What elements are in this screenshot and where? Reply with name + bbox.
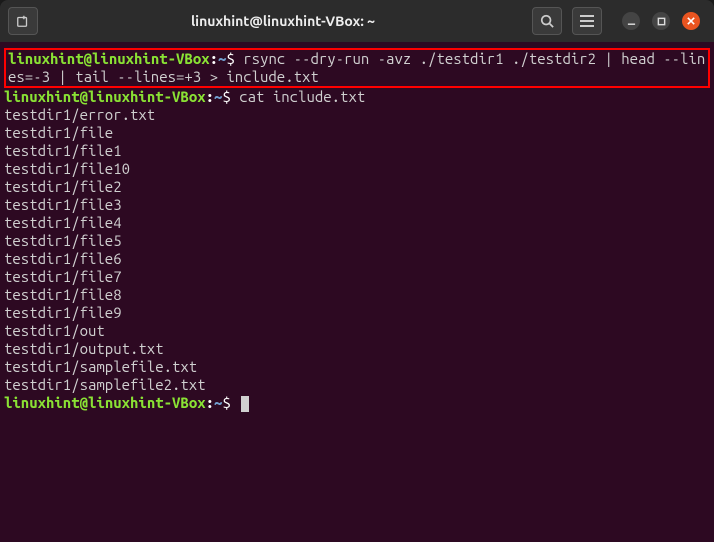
close-button[interactable] [682, 12, 700, 30]
menu-button[interactable] [572, 7, 602, 35]
cursor [241, 396, 249, 412]
prompt-dollar: $ [222, 88, 239, 105]
output-line: testdir1/file8 [4, 286, 710, 304]
output-line: testdir1/file1 [4, 142, 710, 160]
minimize-icon [627, 17, 636, 26]
prompt-colon: : [206, 394, 214, 411]
prompt-host: linuxhint-VBox [88, 394, 206, 411]
close-icon [687, 17, 695, 25]
titlebar: linuxhint@linuxhint-VBox: ~ [0, 0, 714, 42]
new-tab-button[interactable] [8, 7, 38, 35]
output-line: testdir1/out [4, 322, 710, 340]
terminal-body[interactable]: linuxhint@linuxhint-VBox:~$ rsync --dry-… [0, 42, 714, 542]
output-lines: testdir1/error.txttestdir1/filetestdir1/… [4, 106, 710, 394]
output-line: testdir1/file10 [4, 160, 710, 178]
hamburger-icon [580, 15, 594, 17]
output-line: testdir1/file [4, 124, 710, 142]
window-controls [622, 12, 700, 30]
maximize-button[interactable] [652, 12, 670, 30]
output-line: testdir1/output.txt [4, 340, 710, 358]
prompt-dollar: $ [222, 394, 239, 411]
output-line: testdir1/file3 [4, 196, 710, 214]
output-line: testdir1/error.txt [4, 106, 710, 124]
highlighted-command: linuxhint@linuxhint-VBox:~$ rsync --dry-… [4, 48, 710, 88]
search-icon [540, 14, 554, 28]
output-line: testdir1/samplefile.txt [4, 358, 710, 376]
new-tab-icon [16, 14, 30, 28]
prompt-dollar: $ [226, 50, 243, 67]
prompt-colon: : [206, 88, 214, 105]
prompt-user: linuxhint@ [8, 50, 92, 67]
window-title: linuxhint@linuxhint-VBox: ~ [44, 13, 522, 29]
command-2: cat include.txt [239, 88, 365, 105]
prompt-colon: : [210, 50, 218, 67]
output-line: testdir1/samplefile2.txt [4, 376, 710, 394]
prompt-host: linuxhint-VBox [92, 50, 210, 67]
prompt-host: linuxhint-VBox [88, 88, 206, 105]
prompt-user: linuxhint@ [4, 394, 88, 411]
output-line: testdir1/file2 [4, 178, 710, 196]
output-line: testdir1/file7 [4, 268, 710, 286]
output-line: testdir1/file5 [4, 232, 710, 250]
search-button[interactable] [532, 7, 562, 35]
maximize-icon [657, 17, 666, 26]
minimize-button[interactable] [622, 12, 640, 30]
prompt-user: linuxhint@ [4, 88, 88, 105]
output-line: testdir1/file6 [4, 250, 710, 268]
output-line: testdir1/file9 [4, 304, 710, 322]
output-line: testdir1/file4 [4, 214, 710, 232]
